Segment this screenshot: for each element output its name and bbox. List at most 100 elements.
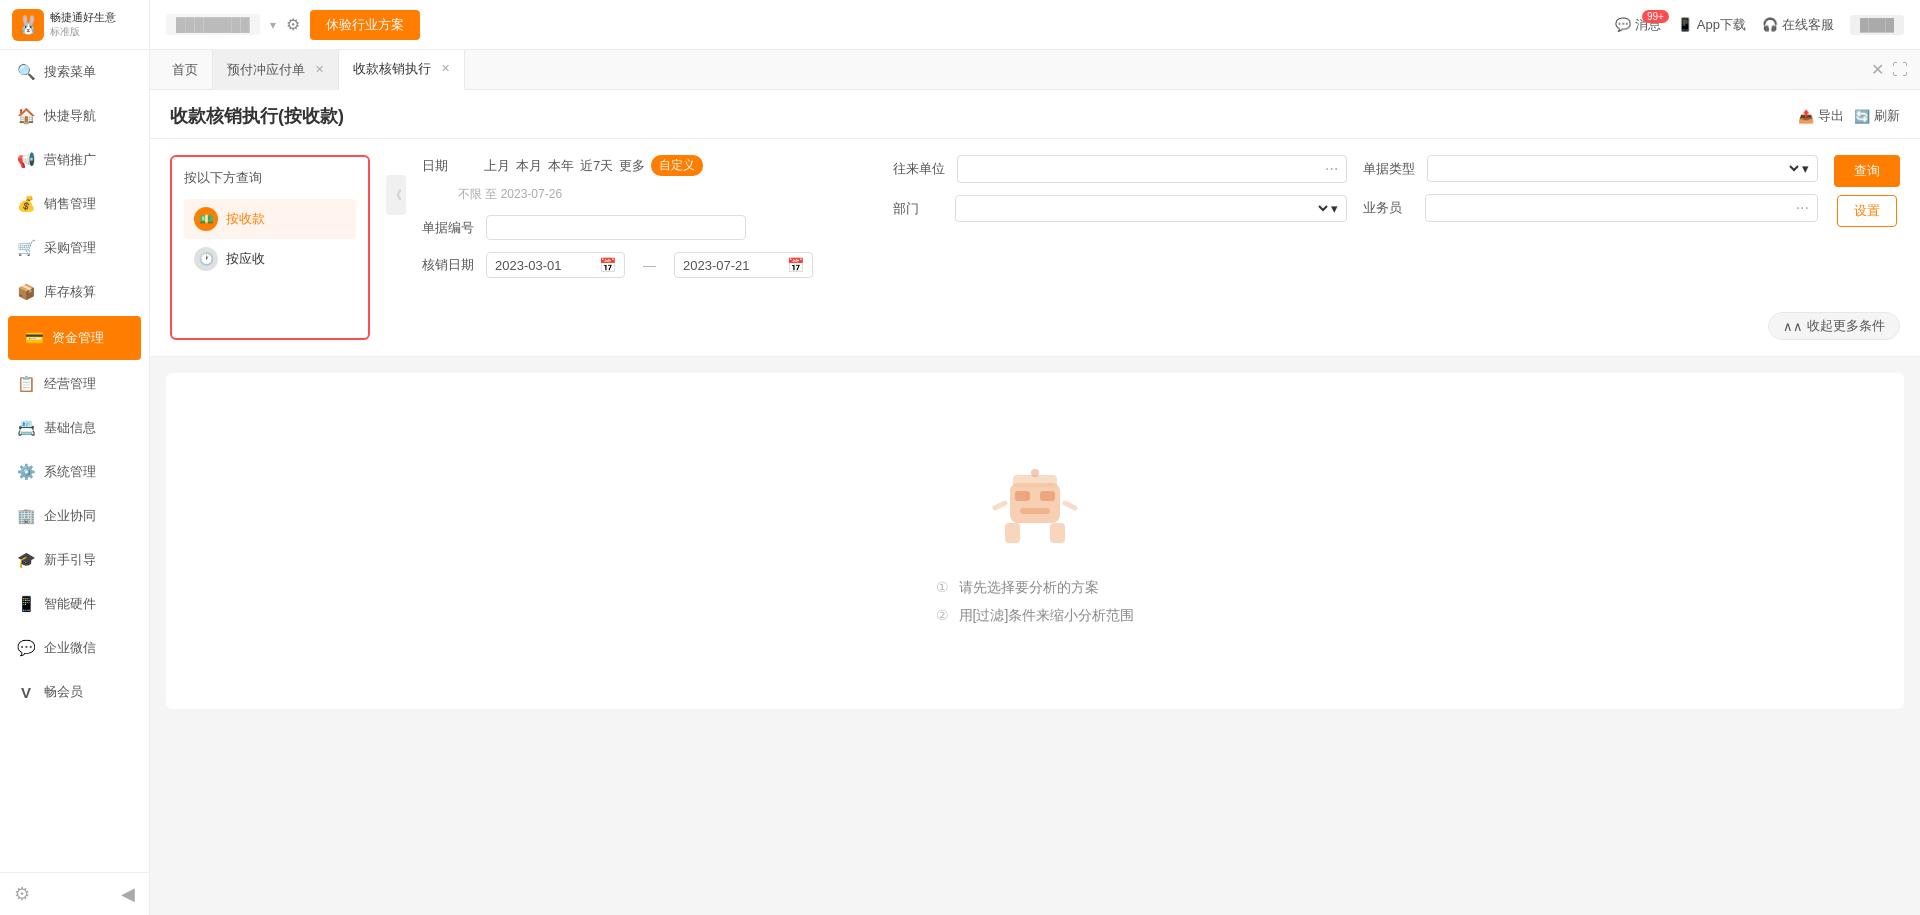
tab-home[interactable]: 首页 [158,50,213,90]
doctype-select-wrap[interactable]: ▾ [1427,155,1818,182]
biz-icon: 📋 [16,374,36,394]
calendar-end-icon[interactable]: 📅 [787,257,804,273]
settings-button[interactable]: 设置 [1837,195,1897,227]
date-range-separator: — [643,258,656,273]
close-window-icon[interactable]: ✕ [1871,60,1884,79]
sidebar-item-wechat[interactable]: 💬 企业微信 [0,626,149,670]
sidebar-item-sales[interactable]: 💰 销售管理 [0,182,149,226]
date-7days[interactable]: 近7天 [580,157,613,175]
tab-prepay-close-icon[interactable]: ✕ [315,63,324,76]
filter-option-by-receivable[interactable]: 🕐 按应收 [184,239,356,279]
user-avatar[interactable]: ████ [1850,15,1904,35]
empty-tip1: ① 请先选择要分析的方案 [936,573,1135,601]
message-badge: 99+ [1642,10,1669,23]
logo-edition: 标准版 [50,25,116,39]
staff-label: 业务员 [1363,199,1413,217]
sidebar-item-funds[interactable]: 💳 资金管理 [8,316,141,360]
tab-prepay-label: 预付冲应付单 [227,61,305,79]
receivable-option-label: 按应收 [226,250,265,268]
docno-row: 单据编号 [422,215,877,240]
sidebar-item-stock[interactable]: 📦 库存核算 [0,270,149,314]
dept-select-wrap[interactable]: ▾ [955,195,1348,222]
tabbar: 首页 预付冲应付单 ✕ 收款核销执行 ✕ ✕ ⛶ [150,50,1920,90]
sidebar-item-member[interactable]: V 畅会员 [0,670,149,714]
sidebar-item-label: 快捷导航 [44,107,96,125]
sidebar-item-label: 企业协同 [44,507,96,525]
tab-prepay[interactable]: 预付冲应付单 ✕ [213,50,339,90]
sidebar-item-base[interactable]: 📇 基础信息 [0,406,149,450]
collapse-sidebar-icon[interactable]: ◀ [121,883,135,905]
export-label: 导出 [1818,107,1844,125]
staff-row: 业务员 ··· [1363,194,1818,222]
sidebar-item-search[interactable]: 🔍 搜索菜单 [0,50,149,94]
sidebar-item-quicknav[interactable]: 🏠 快捷导航 [0,94,149,138]
filter-collapse-button[interactable]: 《 [386,175,406,215]
collapse-arrow-icon: 《 [390,187,402,204]
query-button[interactable]: 查询 [1834,155,1900,187]
calendar-start-icon[interactable]: 📅 [599,257,616,273]
service-button[interactable]: 🎧 在线客服 [1762,16,1834,34]
message-button[interactable]: 💬 消息 99+ [1615,16,1661,34]
receivable-option-icon: 🕐 [194,247,218,271]
date-this-month[interactable]: 本月 [516,157,542,175]
sidebar-item-purchase[interactable]: 🛒 采购管理 [0,226,149,270]
dept-select[interactable] [964,200,1332,217]
app-label: App下载 [1697,16,1746,34]
sidebar-item-system[interactable]: ⚙️ 系统管理 [0,450,149,494]
dropdown-arrow-icon[interactable]: ▾ [270,18,276,32]
date-last-month[interactable]: 上月 [484,157,510,175]
verify-date-start-input[interactable] [495,258,595,273]
app-download-button[interactable]: 📱 App下载 [1677,16,1746,34]
sidebar-bottom: ⚙ ◀ [0,872,149,915]
date-row: 日期 上月 本月 本年 近7天 更多 自定义 [422,155,877,176]
funds-icon: 💳 [24,328,44,348]
partner-input[interactable] [966,162,1325,177]
wechat-icon: 💬 [16,638,36,658]
date-more[interactable]: 更多 [619,157,645,175]
staff-input[interactable] [1434,201,1795,216]
docno-input[interactable] [495,220,737,235]
brand-name: ████████ [166,14,260,35]
sidebar-item-label: 系统管理 [44,463,96,481]
date-shortcuts: 上月 本月 本年 近7天 更多 自定义 [484,155,703,176]
staff-dots-icon[interactable]: ··· [1796,199,1809,217]
verify-date-end-wrap: 📅 [674,252,813,278]
expand-icon[interactable]: ⛶ [1892,61,1908,79]
partner-row: 往来单位 ··· [893,155,1348,183]
collapse-more-button[interactable]: ∧∧ 收起更多条件 [1768,312,1900,340]
verify-date-label: 核销日期 [422,256,474,274]
base-icon: 📇 [16,418,36,438]
sidebar-item-corp[interactable]: 🏢 企业协同 [0,494,149,538]
refresh-button[interactable]: 🔄 刷新 [1854,107,1900,125]
sidebar-item-biz[interactable]: 📋 经营管理 [0,362,149,406]
sidebar: 🐰 畅捷通好生意 标准版 🔍 搜索菜单 🏠 快捷导航 📢 营销推广 💰 销售管理… [0,0,150,915]
settings-icon[interactable]: ⚙ [14,883,30,905]
doctype-select[interactable] [1436,160,1802,177]
main-content: ████████ ▾ ⚙ 休验行业方案 💬 消息 99+ 📱 App下载 🎧 在… [150,0,1920,915]
partner-dots-icon[interactable]: ··· [1325,160,1338,178]
verify-date-end-input[interactable] [683,258,783,273]
filter-sidebar-title: 按以下方查询 [184,169,356,187]
sidebar-item-marketing[interactable]: 📢 营销推广 [0,138,149,182]
system-icon: ⚙️ [16,462,36,482]
app-icon: 📱 [1677,17,1693,32]
filter-option-by-collect[interactable]: 💵 按收款 [184,199,356,239]
date-this-year[interactable]: 本年 [548,157,574,175]
tab-collect[interactable]: 收款核销执行 ✕ [339,50,465,90]
tab-collect-close-icon[interactable]: ✕ [441,62,450,75]
sidebar-logo: 🐰 畅捷通好生意 标准版 [0,0,149,50]
sidebar-item-guide[interactable]: 🎓 新手引导 [0,538,149,582]
industry-btn[interactable]: 休验行业方案 [310,10,420,40]
topbar-left: ████████ ▾ ⚙ 休验行业方案 [166,10,420,40]
dept-row: 部门 ▾ [893,195,1348,222]
sidebar-item-hardware[interactable]: 📱 智能硬件 [0,582,149,626]
export-button[interactable]: 📤 导出 [1798,107,1844,125]
gear-icon[interactable]: ⚙ [286,15,300,34]
empty-illustration [985,453,1085,553]
sidebar-item-label: 库存核算 [44,283,96,301]
collapse-more-section: ∧∧ 收起更多条件 [422,304,1900,340]
svg-point-7 [1031,469,1039,477]
empty-state: ① 请先选择要分析的方案 ② 用[过滤]条件来缩小分析范围 [166,373,1904,709]
date-custom-tag[interactable]: 自定义 [651,155,703,176]
hardware-icon: 📱 [16,594,36,614]
